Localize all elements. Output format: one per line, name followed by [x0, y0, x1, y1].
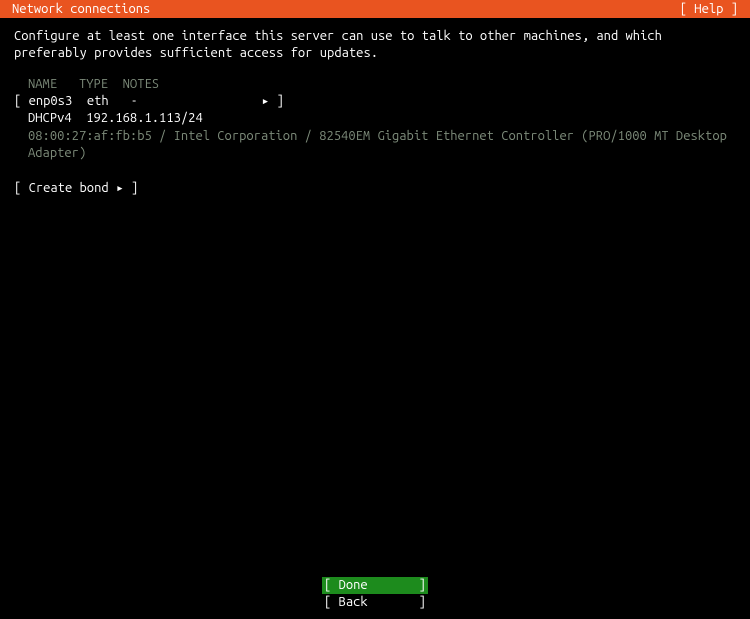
- main-content: Configure at least one interface this se…: [0, 18, 750, 207]
- col-name: NAME: [28, 77, 57, 91]
- iface-method: DHCPv4: [28, 111, 72, 125]
- col-type: TYPE: [79, 77, 108, 91]
- col-notes: NOTES: [123, 77, 159, 91]
- create-bond-button[interactable]: [ Create bond ▸ ]: [14, 180, 736, 197]
- iface-address: 192.168.1.113/24: [86, 111, 202, 125]
- interface-hardware: 08:00:27:af:fb:b5 / Intel Corporation / …: [28, 128, 736, 162]
- iface-type: eth: [87, 94, 109, 108]
- interface-row[interactable]: [ enp0s3 eth - ▸ ]: [14, 93, 736, 110]
- back-label: Back: [339, 595, 368, 609]
- footer-buttons: [ Done ] [ Back ]: [0, 577, 750, 611]
- column-headers: NAME TYPE NOTES: [28, 76, 736, 93]
- title-bar: Network connections [ Help ]: [0, 0, 750, 18]
- page-title: Network connections: [12, 1, 150, 18]
- create-bond-label: Create bond: [29, 181, 109, 195]
- done-button[interactable]: [ Done ]: [322, 577, 428, 594]
- help-button[interactable]: [ Help ]: [680, 1, 738, 18]
- chevron-right-icon: ▸: [116, 181, 124, 195]
- interface-detail: DHCPv4 192.168.1.113/24: [28, 110, 736, 127]
- back-button[interactable]: [ Back ]: [322, 594, 428, 611]
- instruction-text: Configure at least one interface this se…: [14, 28, 736, 62]
- iface-notes: -: [131, 94, 138, 108]
- done-label: Done: [339, 578, 368, 592]
- iface-name: enp0s3: [29, 94, 73, 108]
- chevron-right-icon: ▸: [262, 94, 270, 108]
